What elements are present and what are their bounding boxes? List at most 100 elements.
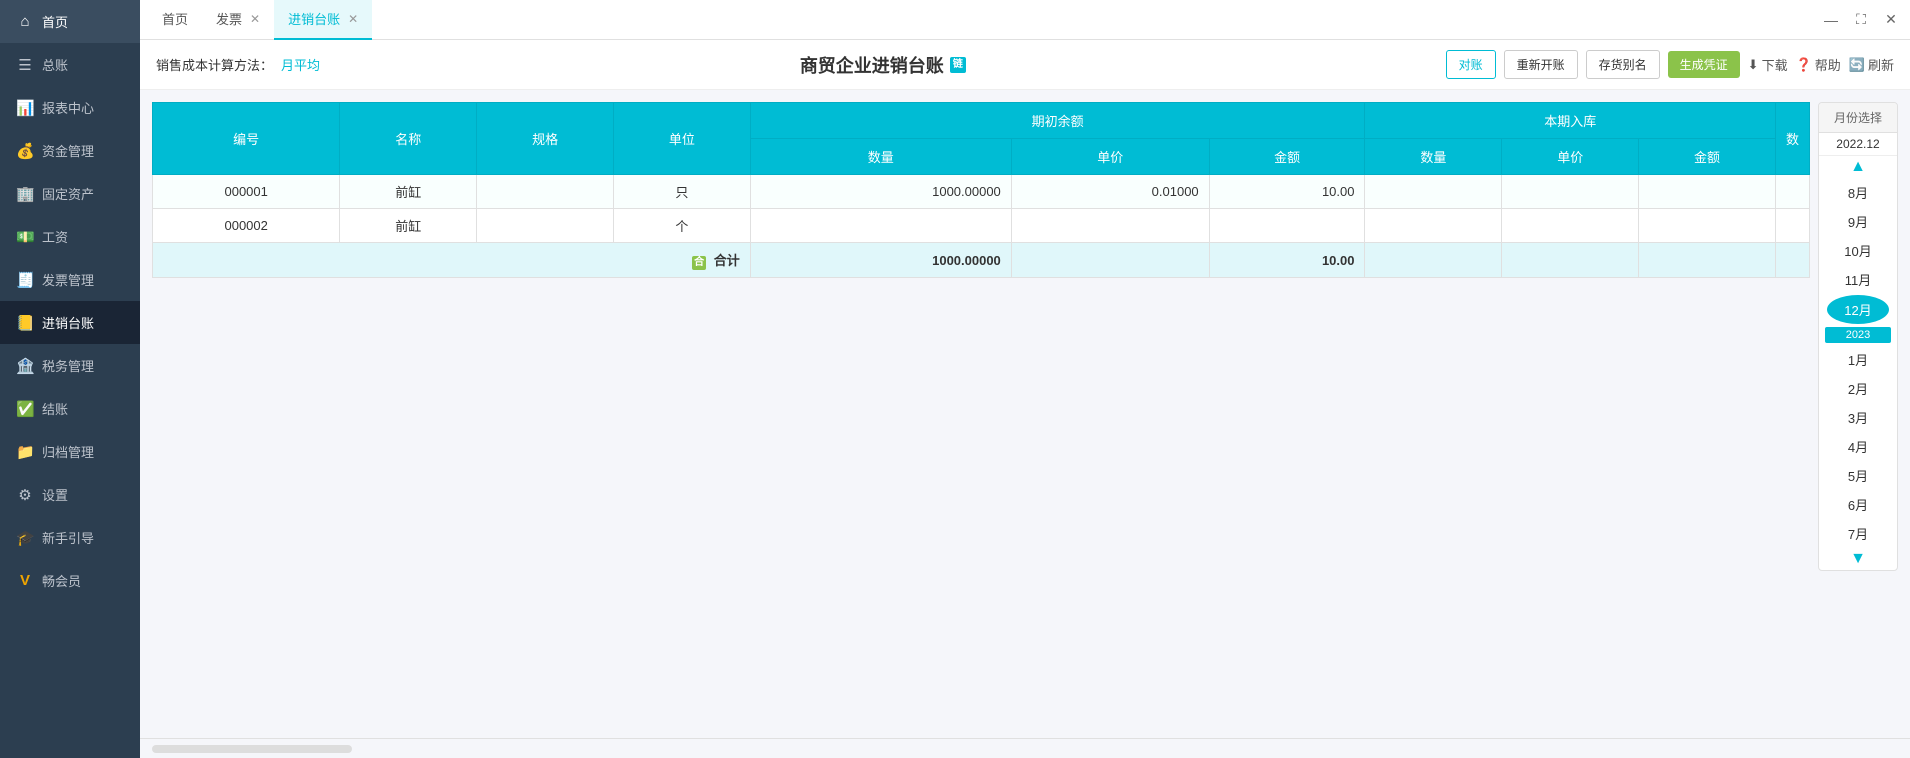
total-row: 合 合计 1000.00000 10.00 [153,243,1810,278]
sidebar-item-label: 进销台账 [42,313,94,332]
sidebar-item-settle[interactable]: ✅ 结账 [0,387,140,430]
sidebar: ⌂ 首页 ☰ 总账 📊 报表中心 💰 资金管理 🏢 固定资产 💵 工资 🧾 发票… [0,0,140,758]
month-panel-title: 月份选择 [1819,103,1897,133]
tab-home[interactable]: 首页 [148,0,202,40]
col-open-price: 单价 [1011,139,1209,175]
month-nav-up[interactable]: ▲ [1819,156,1897,178]
page-title: 商贸企业进销台账 [800,52,944,78]
funds-icon: 💰 [16,142,34,160]
table-wrapper: 编号 名称 规格 单位 期初余额 本期入库 数 数量 单价 金额 数 [140,90,1910,738]
month-item-1[interactable]: 1月 [1819,345,1897,374]
help-button[interactable]: ❓ 帮助 [1796,55,1841,74]
sidebar-item-invoice-mgmt[interactable]: 🧾 发票管理 [0,258,140,301]
month-item-5[interactable]: 5月 [1819,461,1897,490]
col-open-qty: 数量 [750,139,1011,175]
cell-extra [1775,175,1809,209]
tax-icon: 🏦 [16,357,34,375]
horizontal-scrollbar[interactable] [152,745,352,753]
month-item-8[interactable]: 8月 [1819,178,1897,207]
sidebar-item-salary[interactable]: 💵 工资 [0,215,140,258]
col-unit: 单位 [614,103,751,175]
reopen-button[interactable]: 重新开账 [1504,50,1578,79]
cell-name: 前缸 [340,175,477,209]
month-nav-down[interactable]: ▼ [1819,548,1897,570]
sidebar-item-label: 新手引导 [42,528,94,547]
reports-icon: 📊 [16,99,34,117]
month-item-4[interactable]: 4月 [1819,432,1897,461]
sidebar-item-label: 报表中心 [42,98,94,117]
month-item-12[interactable]: 12月 [1827,295,1889,324]
download-button[interactable]: ⬇ 下载 [1748,55,1788,74]
total-in-amount [1639,243,1776,278]
total-label: 合 合计 [153,243,751,278]
sidebar-item-label: 首页 [42,12,68,31]
ledger-icon: ☰ [16,56,34,74]
close-invoice-tab[interactable]: ✕ [250,12,260,26]
month-panel-year-2022: 2022.12 [1819,133,1897,156]
cell-open-qty: 1000.00000 [750,175,1011,209]
tab-jxtz[interactable]: 进销台账 ✕ [274,0,372,40]
sidebar-item-vip[interactable]: V 畅会员 [0,559,140,602]
close-button[interactable]: ✕ [1880,9,1902,31]
main-area: 首页 发票 ✕ 进销台账 ✕ — ⛶ ✕ 销售成本计算方法： 月平均 商贸企业进… [140,0,1910,758]
sidebar-item-settings[interactable]: ⚙ 设置 [0,473,140,516]
cell-in-amount [1639,175,1776,209]
cell-id: 000002 [153,209,340,243]
col-open-amount: 金额 [1209,139,1365,175]
month-item-3[interactable]: 3月 [1819,403,1897,432]
assets-icon: 🏢 [16,185,34,203]
maximize-button[interactable]: ⛶ [1850,9,1872,31]
month-item-2[interactable]: 2月 [1819,374,1897,403]
sidebar-item-home[interactable]: ⌂ 首页 [0,0,140,43]
refresh-button[interactable]: 🔄 刷新 [1849,55,1894,74]
sidebar-item-label: 发票管理 [42,270,94,289]
reconcile-button[interactable]: 对账 [1446,50,1496,79]
sidebar-item-tax[interactable]: 🏦 税务管理 [0,344,140,387]
sidebar-item-assets[interactable]: 🏢 固定资产 [0,172,140,215]
col-extra: 数 [1775,103,1809,175]
month-item-6[interactable]: 6月 [1819,490,1897,519]
generate-voucher-button[interactable]: 生成凭证 [1668,51,1740,78]
settings-icon: ⚙ [16,486,34,504]
cell-spec [477,175,614,209]
close-jxtz-tab[interactable]: ✕ [348,12,358,26]
month-panel: 月份选择 2022.12 ▲ 8月 9月 10月 11月 12月 2023 1月… [1818,102,1898,571]
content-area: 销售成本计算方法： 月平均 商贸企业进销台账 链 对账 重新开账 存货别名 生成… [140,40,1910,758]
sidebar-item-label: 工资 [42,227,68,246]
month-item-7[interactable]: 7月 [1819,519,1897,548]
sidebar-item-label: 资金管理 [42,141,94,160]
month-item-10[interactable]: 10月 [1819,236,1897,265]
minimize-button[interactable]: — [1820,9,1842,31]
col-group-period-start: 期初余额 [750,103,1365,139]
sidebar-item-ledger[interactable]: ☰ 总账 [0,43,140,86]
cell-name: 前缸 [340,209,477,243]
sidebar-item-funds[interactable]: 💰 资金管理 [0,129,140,172]
save-alias-button[interactable]: 存货别名 [1586,50,1660,79]
year-tag-2023: 2023 [1825,327,1891,343]
total-in-qty [1365,243,1502,278]
cell-in-amount [1639,209,1776,243]
total-open-price [1011,243,1209,278]
sidebar-item-label: 归档管理 [42,442,94,461]
tab-invoice[interactable]: 发票 ✕ [202,0,274,40]
sidebar-item-label: 设置 [42,485,68,504]
cell-in-price [1502,175,1639,209]
sidebar-item-archive[interactable]: 📁 归档管理 [0,430,140,473]
cost-method-value: 月平均 [281,55,320,74]
download-icon: ⬇ [1748,57,1759,73]
col-in-price: 单价 [1502,139,1639,175]
month-item-11[interactable]: 11月 [1819,265,1897,294]
sidebar-item-guide[interactable]: 🎓 新手引导 [0,516,140,559]
cell-unit: 只 [614,175,751,209]
sidebar-item-reports[interactable]: 📊 报表中心 [0,86,140,129]
sidebar-item-jxtz[interactable]: 📒 进销台账 [0,301,140,344]
cell-in-qty [1365,175,1502,209]
guide-icon: 🎓 [16,529,34,547]
month-item-9[interactable]: 9月 [1819,207,1897,236]
title-link-icon[interactable]: 链 [950,57,966,73]
page-title-area: 商贸企业进销台账 链 [332,52,1434,78]
toolbar: 销售成本计算方法： 月平均 商贸企业进销台账 链 对账 重新开账 存货别名 生成… [140,40,1910,90]
settle-icon: ✅ [16,400,34,418]
total-extra [1775,243,1809,278]
jxtz-icon: 📒 [16,314,34,332]
